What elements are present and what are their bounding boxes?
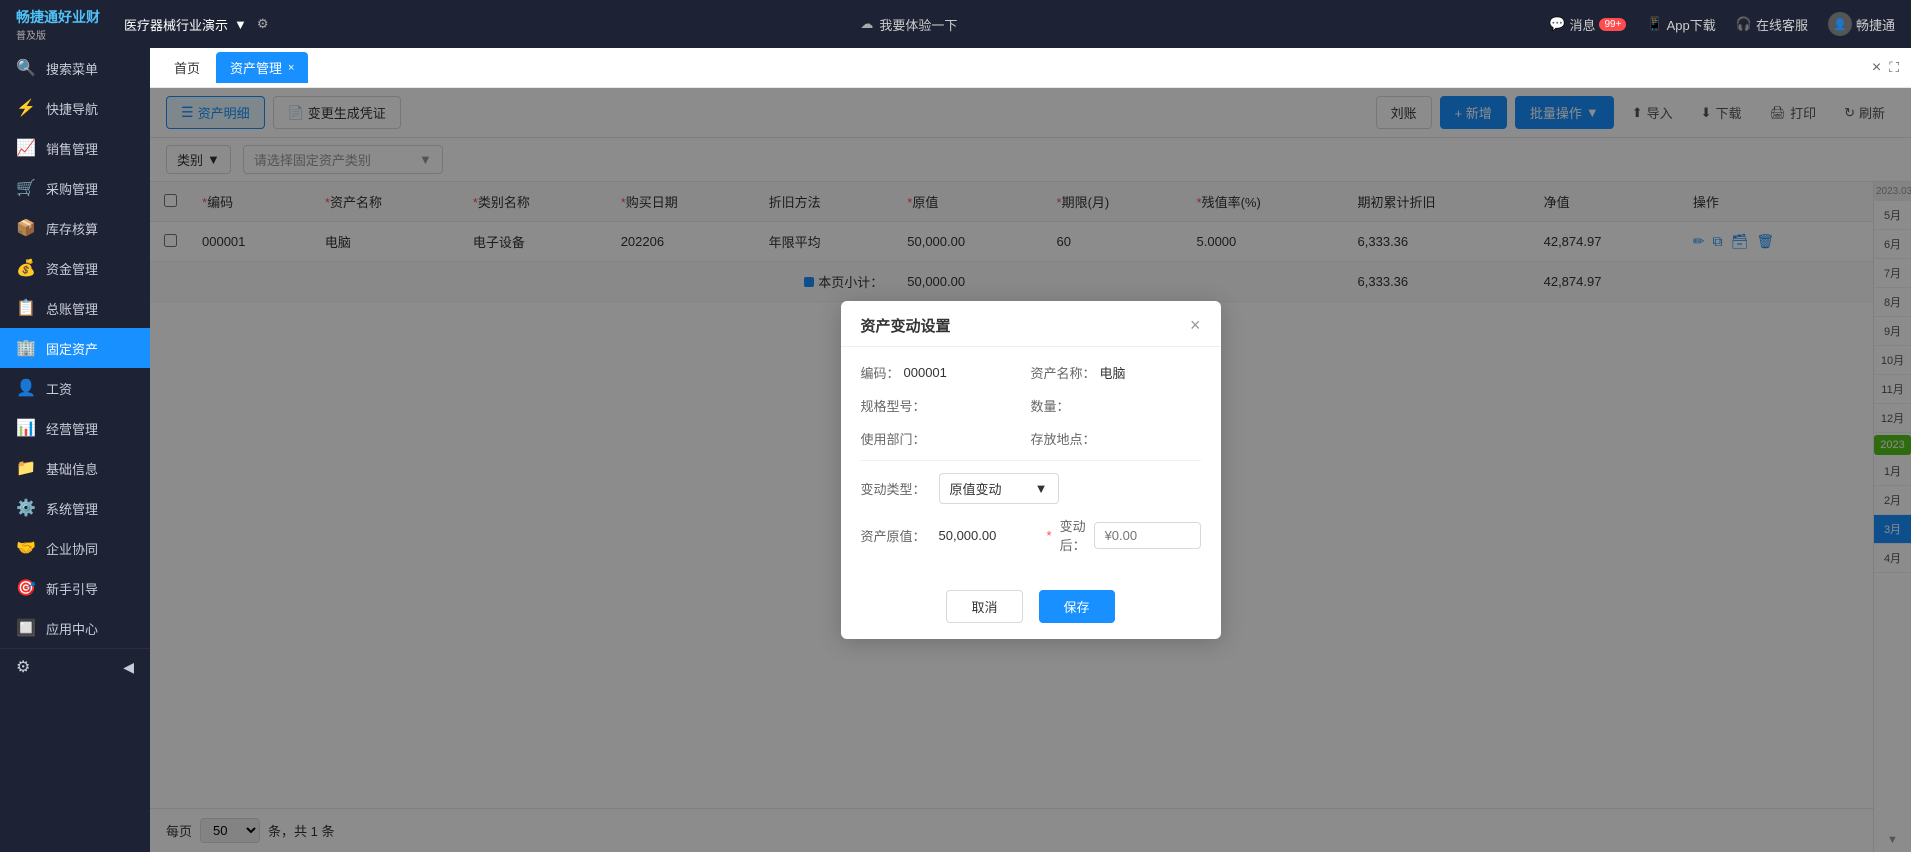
modal-asset-name-row: 资产名称： 电脑 bbox=[1031, 363, 1201, 382]
company-selector[interactable]: 医疗器械行业演示 ▼ ⚙ bbox=[124, 15, 269, 34]
modal-spec-row: 规格型号： bbox=[861, 396, 1031, 415]
bar-chart-icon: 📊 bbox=[16, 418, 36, 438]
tab-asset-management[interactable]: 资产管理 × bbox=[216, 52, 308, 83]
sidebar-item-general[interactable]: 📋 总账管理 bbox=[0, 288, 150, 328]
cloud-icon: ☁ bbox=[860, 16, 873, 32]
select-arrow-icon: ▼ bbox=[1035, 481, 1048, 496]
sidebar-item-system[interactable]: ⚙️ 系统管理 bbox=[0, 488, 150, 528]
avatar: 👤 bbox=[1828, 12, 1852, 36]
sidebar-item-appstore[interactable]: 🔲 应用中心 bbox=[0, 608, 150, 648]
app-download-button[interactable]: 📱 App下载 bbox=[1646, 15, 1715, 34]
download-icon: 📱 bbox=[1646, 16, 1662, 32]
sidebar-item-quick-nav[interactable]: ⚡ 快捷导航 bbox=[0, 88, 150, 128]
grid-icon: 🔲 bbox=[16, 618, 36, 638]
sidebar-item-finance[interactable]: 💰 资金管理 bbox=[0, 248, 150, 288]
gear-icon[interactable]: ⚙ bbox=[257, 16, 269, 32]
sidebar-item-search[interactable]: 🔍 搜索菜单 bbox=[0, 48, 150, 88]
modal-location-row: 存放地点： bbox=[1031, 429, 1201, 448]
search-icon: 🔍 bbox=[16, 58, 36, 78]
handshake-icon: 🤝 bbox=[16, 538, 36, 558]
cart-icon: 🛒 bbox=[16, 178, 36, 198]
message-button[interactable]: 💬 消息 99+ bbox=[1549, 15, 1626, 34]
modal-overlay: 资产变动设置 × 编码： 000001 bbox=[150, 88, 1911, 852]
sidebar-item-fixed-assets[interactable]: 🏢 固定资产 bbox=[0, 328, 150, 368]
sidebar-item-collab[interactable]: 🤝 企业协同 bbox=[0, 528, 150, 568]
required-star: * bbox=[1047, 528, 1052, 543]
asset-change-modal: 资产变动设置 × 编码： 000001 bbox=[841, 301, 1221, 639]
window-close-icon[interactable]: × bbox=[1872, 59, 1881, 77]
window-expand-icon[interactable]: ⛶ bbox=[1889, 59, 1899, 77]
change-type-select[interactable]: 原值变动 ▼ bbox=[939, 473, 1059, 504]
chart-icon: 📈 bbox=[16, 138, 36, 158]
folder-icon: 📁 bbox=[16, 458, 36, 478]
modal-code-row: 编码： 000001 bbox=[861, 363, 1031, 382]
system-gear-icon: ⚙️ bbox=[16, 498, 36, 518]
sidebar-item-operations[interactable]: 📊 经营管理 bbox=[0, 408, 150, 448]
person-icon: 👤 bbox=[16, 378, 36, 398]
chevron-down-icon: ▼ bbox=[234, 17, 247, 32]
modal-title: 资产变动设置 bbox=[861, 315, 951, 336]
service-icon: 🎧 bbox=[1736, 16, 1752, 32]
after-change-input[interactable] bbox=[1094, 522, 1201, 549]
original-value-display: 50,000.00 bbox=[939, 528, 1039, 543]
sidebar-item-payroll[interactable]: 👤 工资 bbox=[0, 368, 150, 408]
app-logo: 畅捷通好业财 普及版 bbox=[16, 7, 100, 42]
modal-quantity-row: 数量： bbox=[1031, 396, 1201, 415]
tab-home[interactable]: 首页 bbox=[162, 52, 212, 83]
settings-bottom-icon[interactable]: ⚙ bbox=[16, 657, 30, 677]
box-icon: 📦 bbox=[16, 218, 36, 238]
collapse-icon[interactable]: ◀ bbox=[123, 659, 134, 676]
cancel-button[interactable]: 取消 bbox=[946, 590, 1022, 623]
target-icon: 🎯 bbox=[16, 578, 36, 598]
sidebar-item-inventory[interactable]: 📦 库存核算 bbox=[0, 208, 150, 248]
modal-dept-row: 使用部门： bbox=[861, 429, 1031, 448]
tab-close-icon[interactable]: × bbox=[288, 62, 294, 74]
sidebar-item-purchase[interactable]: 🛒 采购管理 bbox=[0, 168, 150, 208]
save-button[interactable]: 保存 bbox=[1039, 590, 1115, 623]
lightning-icon: ⚡ bbox=[16, 98, 36, 118]
sidebar-item-sales[interactable]: 📈 销售管理 bbox=[0, 128, 150, 168]
money-icon: 💰 bbox=[16, 258, 36, 278]
online-service-button[interactable]: 🎧 在线客服 bbox=[1736, 15, 1808, 34]
sidebar-item-base-info[interactable]: 📁 基础信息 bbox=[0, 448, 150, 488]
message-icon: 💬 bbox=[1549, 16, 1565, 32]
user-profile[interactable]: 👤 畅捷通 bbox=[1828, 12, 1895, 36]
modal-close-icon[interactable]: × bbox=[1190, 315, 1201, 336]
sidebar-item-guide[interactable]: 🎯 新手引导 bbox=[0, 568, 150, 608]
ledger-icon: 📋 bbox=[16, 298, 36, 318]
building-icon: 🏢 bbox=[16, 338, 36, 358]
message-badge: 99+ bbox=[1599, 18, 1626, 31]
